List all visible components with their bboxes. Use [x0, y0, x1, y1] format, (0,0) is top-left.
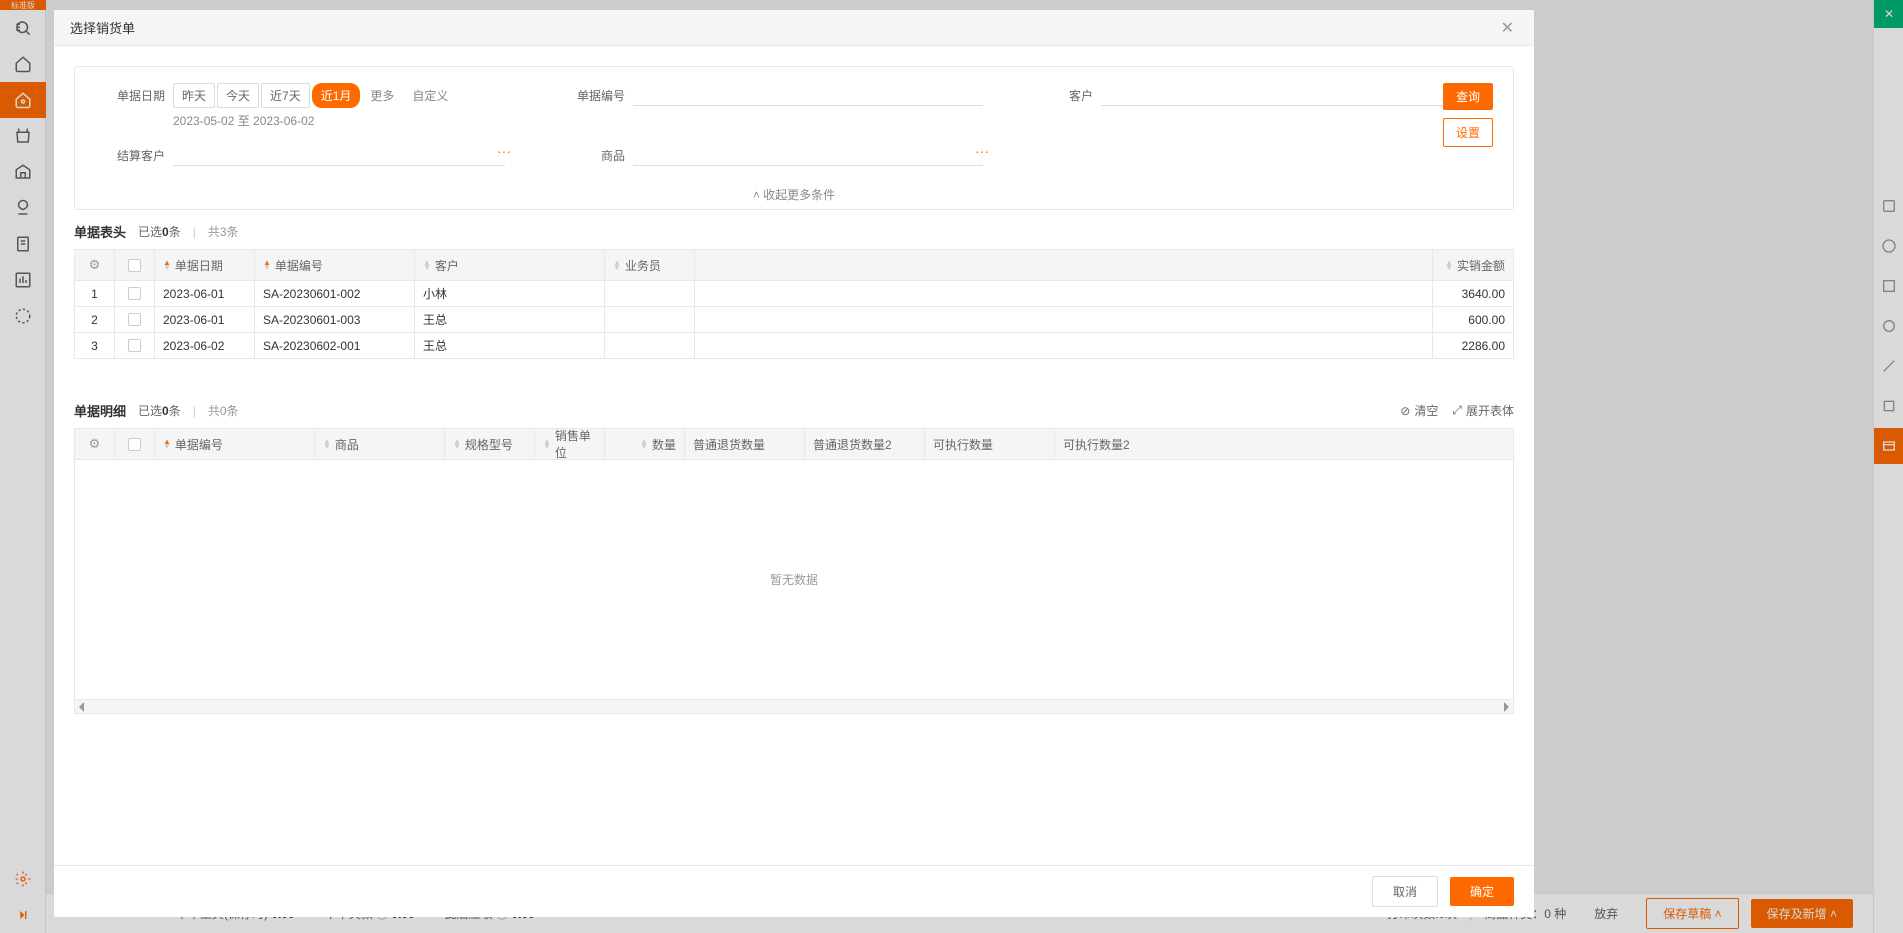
row-salesperson [605, 333, 695, 358]
row-num: 2 [75, 307, 115, 332]
filter-panel: 单据日期 昨天 今天 近7天 近1月 更多 自定义 2023-05-02 至 2… [74, 66, 1514, 210]
row-docno: SA-20230601-003 [255, 307, 415, 332]
detail-col-retqty[interactable]: 普通退货数量 [685, 429, 805, 459]
settle-customer-input[interactable] [173, 143, 505, 166]
cancel-button[interactable]: 取消 [1372, 876, 1438, 907]
detail-section-title-row: 单据明细 已选0条 | 共0条 ⊘ 清空 ⤢ 展开表体 [54, 389, 1534, 428]
modal: 选择销货单 ✕ 单据日期 昨天 今天 近7天 近1月 更多 [54, 10, 1534, 917]
row-amount: 2286.00 [1433, 333, 1513, 358]
detail-col-unit[interactable]: ▲▼销售单位 [535, 429, 605, 459]
ok-button[interactable]: 确定 [1450, 877, 1514, 906]
date-range-text: 2023-05-02 至 2023-06-02 [173, 112, 456, 129]
config-button[interactable]: 设置 [1443, 118, 1493, 147]
date-chip-more[interactable]: 更多 [362, 84, 402, 107]
header-table: ▲▼单据日期 ▲▼单据编号 ▲▼客户 ▲▼业务员 ▲▼实销金额 1 2023-0… [74, 249, 1514, 359]
filter-customer-label: 客户 [1023, 83, 1093, 104]
modal-header: 选择销货单 ✕ [54, 10, 1534, 46]
expand-action[interactable]: ⤢ 展开表体 [1452, 402, 1514, 419]
detail-scrollbar[interactable] [74, 700, 1514, 714]
header-table-header: ▲▼单据日期 ▲▼单据编号 ▲▼客户 ▲▼业务员 ▲▼实销金额 [75, 250, 1513, 280]
empty-text: 暂无数据 [770, 571, 818, 588]
row-customer: 小林 [415, 281, 605, 306]
row-num: 3 [75, 333, 115, 358]
detail-col-docno[interactable]: ▲▼单据编号 [155, 429, 315, 459]
header-col-amount[interactable]: ▲▼实销金额 [1433, 250, 1513, 280]
row-num: 1 [75, 281, 115, 306]
date-chip-yesterday[interactable]: 昨天 [173, 83, 215, 108]
row-date: 2023-06-01 [155, 307, 255, 332]
detail-checkall[interactable] [115, 429, 155, 459]
detail-col-execqty2[interactable]: 可执行数量2 [1055, 429, 1513, 459]
detail-col-spec[interactable]: ▲▼规格型号 [445, 429, 535, 459]
header-gear-col[interactable] [75, 250, 115, 280]
header-col-customer[interactable]: ▲▼客户 [415, 250, 605, 280]
close-icon[interactable]: ✕ [1497, 18, 1518, 38]
clear-action[interactable]: ⊘ 清空 [1400, 402, 1438, 419]
detail-table-header: ▲▼单据编号 ▲▼商品 ▲▼规格型号 ▲▼销售单位 ▲▼数量 普通退货数量 普通… [75, 429, 1513, 459]
date-chip-last1m[interactable]: 近1月 [312, 83, 361, 108]
header-col-salesperson[interactable]: ▲▼业务员 [605, 250, 695, 280]
detail-col-qty[interactable]: ▲▼数量 [605, 429, 685, 459]
row-customer: 王总 [415, 333, 605, 358]
row-salesperson [605, 281, 695, 306]
query-button[interactable]: 查询 [1443, 83, 1493, 110]
detail-empty-state: 暂无数据 [74, 460, 1514, 700]
detail-col-execqty[interactable]: 可执行数量 [925, 429, 1055, 459]
row-docno: SA-20230602-001 [255, 333, 415, 358]
filter-date-label: 单据日期 [95, 83, 165, 104]
table-row[interactable]: 1 2023-06-01 SA-20230601-002 小林 3640.00 [75, 280, 1513, 306]
docno-input[interactable] [633, 83, 983, 106]
row-checkbox[interactable] [115, 333, 155, 358]
row-checkbox[interactable] [115, 281, 155, 306]
header-section-title-row: 单据表头 已选0条 | 共3条 [54, 210, 1534, 249]
table-row[interactable]: 2 2023-06-01 SA-20230601-003 王总 600.00 [75, 306, 1513, 332]
header-checkall[interactable] [115, 250, 155, 280]
product-picker-icon[interactable]: ··· [971, 143, 993, 159]
modal-footer: 取消 确定 [54, 865, 1534, 917]
detail-col-product[interactable]: ▲▼商品 [315, 429, 445, 459]
row-date: 2023-06-01 [155, 281, 255, 306]
date-chip-custom[interactable]: 自定义 [404, 84, 456, 107]
gear-icon [89, 436, 101, 452]
row-checkbox[interactable] [115, 307, 155, 332]
header-selected-count: 已选0条 [138, 223, 181, 240]
detail-section-title: 单据明细 [74, 401, 126, 420]
row-docno: SA-20230601-002 [255, 281, 415, 306]
date-chip-last7[interactable]: 近7天 [261, 83, 310, 108]
product-input[interactable] [633, 143, 983, 166]
collapse-filters[interactable]: ˄ 收起更多条件 [95, 180, 1493, 209]
detail-col-retqty2[interactable]: 普通退货数量2 [805, 429, 925, 459]
header-col-docno[interactable]: ▲▼单据编号 [255, 250, 415, 280]
date-chip-today[interactable]: 今天 [217, 83, 259, 108]
row-amount: 600.00 [1433, 307, 1513, 332]
row-customer: 王总 [415, 307, 605, 332]
row-salesperson [605, 307, 695, 332]
customer-input[interactable] [1101, 83, 1451, 106]
header-total-count: 共3条 [208, 223, 239, 240]
modal-overlay: 选择销货单 ✕ 单据日期 昨天 今天 近7天 近1月 更多 [0, 0, 1903, 933]
detail-table: ▲▼单据编号 ▲▼商品 ▲▼规格型号 ▲▼销售单位 ▲▼数量 普通退货数量 普通… [74, 428, 1514, 460]
detail-gear-col[interactable] [75, 429, 115, 459]
detail-total-count: 共0条 [208, 402, 239, 419]
filter-product-label: 商品 [555, 143, 625, 164]
detail-selected-count: 已选0条 [138, 402, 181, 419]
row-amount: 3640.00 [1433, 281, 1513, 306]
filter-settle-customer-label: 结算客户 [95, 143, 165, 164]
filter-docno-label: 单据编号 [555, 83, 625, 104]
header-col-date[interactable]: ▲▼单据日期 [155, 250, 255, 280]
gear-icon [89, 257, 101, 273]
row-date: 2023-06-02 [155, 333, 255, 358]
modal-title: 选择销货单 [70, 18, 135, 37]
settle-customer-picker-icon[interactable]: ··· [493, 143, 515, 159]
table-row[interactable]: 3 2023-06-02 SA-20230602-001 王总 2286.00 [75, 332, 1513, 358]
header-section-title: 单据表头 [74, 222, 126, 241]
